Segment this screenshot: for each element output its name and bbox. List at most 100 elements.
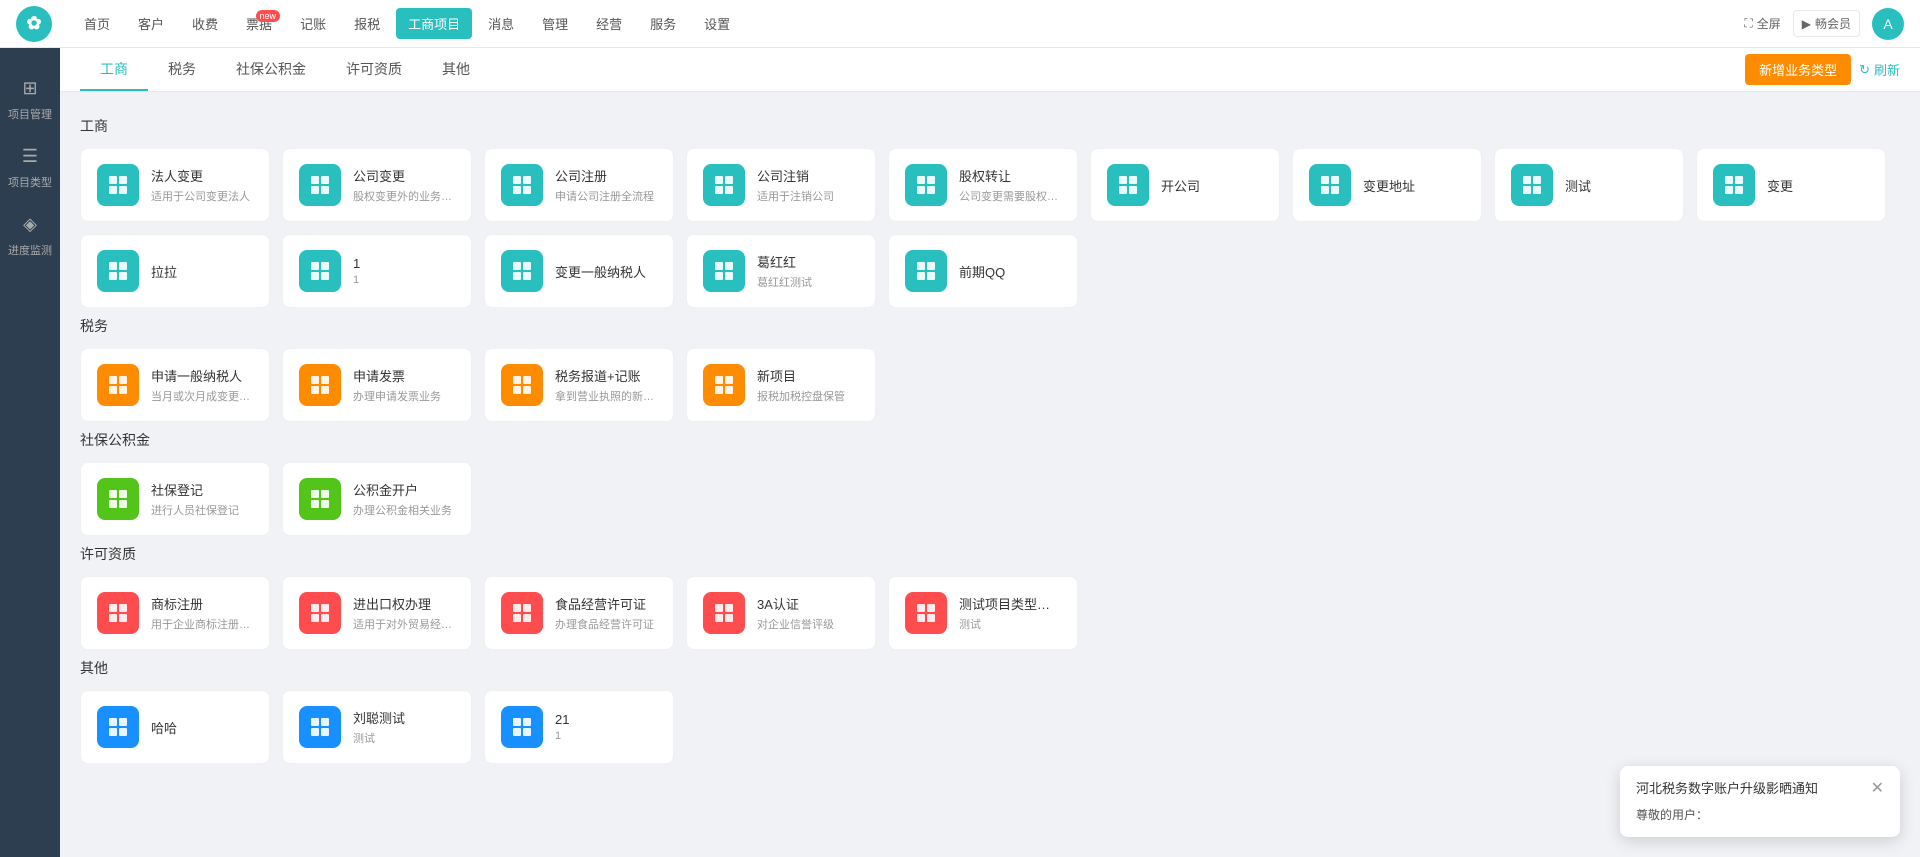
card-name-商标注册: 商标注册 <box>151 594 253 613</box>
card-icon-拉拉 <box>97 250 139 292</box>
nav-item-票据[interactable]: 票据new <box>234 8 284 39</box>
card-公司注册[interactable]: 公司注册 申请公司注册全流程 <box>484 148 674 222</box>
card-desc-刘聪测试: 测试 <box>353 730 455 746</box>
sidebar-icon-symbol: ☰ <box>22 146 38 167</box>
card-name-拉拉: 拉拉 <box>151 262 253 281</box>
card-name-申请一般纳税人: 申请一般纳税人 <box>151 366 253 385</box>
card-name-变更地址: 变更地址 <box>1363 176 1465 195</box>
card-desc-商标注册: 用于企业商标注册服务 <box>151 616 253 632</box>
card-申请发票[interactable]: 申请发票 办理申请发票业务 <box>282 348 472 422</box>
tab-税务[interactable]: 税务 <box>148 48 216 91</box>
card-前期QQ[interactable]: 前期QQ <box>888 234 1078 308</box>
card-text-进出口权办理: 进出口权办理 适用于对外贸易经营者 <box>353 594 455 632</box>
tab-工商[interactable]: 工商 <box>80 48 148 91</box>
new-type-button[interactable]: 新增业务类型 <box>1745 54 1851 85</box>
card-text-葛红红: 葛红红 葛红红测试 <box>757 252 859 290</box>
card-text-申请一般纳税人: 申请一般纳税人 当月或次月成变更完成 <box>151 366 253 404</box>
sidebar-item-项目类型[interactable]: ☰ 项目类型 <box>0 132 60 200</box>
member-label: 畅会员 <box>1815 15 1851 32</box>
card-name-刘聪测试: 刘聪测试 <box>353 708 455 727</box>
card-text-社保登记: 社保登记 进行人员社保登记 <box>151 480 253 518</box>
logo-icon: ✿ <box>26 13 41 34</box>
card-哈哈[interactable]: 哈哈 <box>80 690 270 764</box>
nav-item-消息[interactable]: 消息 <box>476 8 526 39</box>
avatar[interactable]: A <box>1872 8 1904 40</box>
card-进出口权办理[interactable]: 进出口权办理 适用于对外贸易经营者 <box>282 576 472 650</box>
section-other: 其他 哈哈 <box>80 658 1900 764</box>
card-text-股权转让: 股权转让 公司变更需要股权转让 <box>959 166 1061 204</box>
nav-item-报税[interactable]: 报税 <box>342 8 392 39</box>
card-icon-测试 <box>1511 164 1553 206</box>
tab-社保公积金[interactable]: 社保公积金 <box>216 48 326 91</box>
card-name-葛红红: 葛红红 <box>757 252 859 271</box>
card-icon-变更 <box>1713 164 1755 206</box>
card-name-食品经营许可证: 食品经营许可证 <box>555 594 657 613</box>
card-拉拉[interactable]: 拉拉 <box>80 234 270 308</box>
card-社保登记[interactable]: 社保登记 进行人员社保登记 <box>80 462 270 536</box>
fullscreen-button[interactable]: ⛶ 全屏 <box>1744 15 1780 32</box>
card-测试[interactable]: 测试 <box>1494 148 1684 222</box>
card-税务报道+记账[interactable]: 税务报道+记账 拿到营业执照的新公司 <box>484 348 674 422</box>
refresh-button[interactable]: ↻ 刷新 <box>1859 60 1900 79</box>
card-name-变更: 变更 <box>1767 176 1869 195</box>
card-text-刘聪测试: 刘聪测试 测试 <box>353 708 455 746</box>
tab-许可资质[interactable]: 许可资质 <box>326 48 422 91</box>
nav-item-客户[interactable]: 客户 <box>126 8 176 39</box>
card-开公司[interactable]: 开公司 <box>1090 148 1280 222</box>
logo[interactable]: ✿ <box>16 6 52 42</box>
card-新项目[interactable]: 新项目 报税加税控盘保管 <box>686 348 876 422</box>
card-text-申请发票: 申请发票 办理申请发票业务 <box>353 366 455 404</box>
sidebar-icon-项目管理: ⊞ <box>16 74 44 102</box>
card-商标注册[interactable]: 商标注册 用于企业商标注册服务 <box>80 576 270 650</box>
card-股权转让[interactable]: 股权转让 公司变更需要股权转让 <box>888 148 1078 222</box>
card-变更[interactable]: 变更 <box>1696 148 1886 222</box>
nav-item-工商项目[interactable]: 工商项目 <box>396 8 472 39</box>
card-测试项目类型目定义[interactable]: 测试项目类型目定义 测试 <box>888 576 1078 650</box>
card-icon-进出口权办理 <box>299 592 341 634</box>
nav-item-服务[interactable]: 服务 <box>638 8 688 39</box>
card-icon-变更地址 <box>1309 164 1351 206</box>
card-3A认证[interactable]: 3A认证 对企业信誉评级 <box>686 576 876 650</box>
card-食品经营许可证[interactable]: 食品经营许可证 办理食品经营许可证 <box>484 576 674 650</box>
fullscreen-label: 全屏 <box>1757 15 1781 32</box>
card-text-测试: 测试 <box>1565 176 1667 195</box>
tab-其他[interactable]: 其他 <box>422 48 490 91</box>
card-公积金开户[interactable]: 公积金开户 办理公积金相关业务 <box>282 462 472 536</box>
card-法人变更[interactable]: 法人变更 适用于公司变更法人 <box>80 148 270 222</box>
card-申请一般纳税人[interactable]: 申请一般纳税人 当月或次月成变更完成 <box>80 348 270 422</box>
nav-item-记账[interactable]: 记账 <box>288 8 338 39</box>
nav-item-设置[interactable]: 设置 <box>692 8 742 39</box>
card-葛红红[interactable]: 葛红红 葛红红测试 <box>686 234 876 308</box>
card-desc-股权转让: 公司变更需要股权转让 <box>959 188 1061 204</box>
card-desc-食品经营许可证: 办理食品经营许可证 <box>555 616 657 632</box>
card-变更一般纳税人[interactable]: 变更一般纳税人 <box>484 234 674 308</box>
card-icon-21 <box>501 706 543 748</box>
notification-close-button[interactable]: ✕ <box>1871 778 1884 798</box>
card-text-开公司: 开公司 <box>1161 176 1263 195</box>
card-icon-刘聪测试 <box>299 706 341 748</box>
card-name-开公司: 开公司 <box>1161 176 1263 195</box>
sidebar-item-进度监测[interactable]: ◈ 进度监测 <box>0 200 60 268</box>
card-icon-商标注册 <box>97 592 139 634</box>
card-text-公司注销: 公司注销 适用于注销公司 <box>757 166 859 204</box>
card-desc-公积金开户: 办理公积金相关业务 <box>353 502 455 518</box>
card-21[interactable]: 21 1 <box>484 690 674 764</box>
section-shuiwu: 税务 申请一般纳税人 当月或次月成变更完成 <box>80 316 1900 422</box>
nav-item-首页[interactable]: 首页 <box>72 8 122 39</box>
card-公司注销[interactable]: 公司注销 适用于注销公司 <box>686 148 876 222</box>
card-公司变更[interactable]: 公司变更 股权变更外的业务变更 <box>282 148 472 222</box>
card-刘聪测试[interactable]: 刘聪测试 测试 <box>282 690 472 764</box>
section-title-xuke: 许可资质 <box>80 544 1900 564</box>
card-变更地址[interactable]: 变更地址 <box>1292 148 1482 222</box>
nav-badge-票据: new <box>256 10 281 22</box>
nav-item-经营[interactable]: 经营 <box>584 8 634 39</box>
card-desc-税务报道+记账: 拿到营业执照的新公司 <box>555 388 657 404</box>
sidebar-item-项目管理[interactable]: ⊞ 项目管理 <box>0 64 60 132</box>
member-button[interactable]: ▶ 畅会员 <box>1793 10 1860 37</box>
card-name-前期QQ: 前期QQ <box>959 262 1061 281</box>
card-text-21: 21 1 <box>555 712 657 742</box>
nav-item-收费[interactable]: 收费 <box>180 8 230 39</box>
nav-item-管理[interactable]: 管理 <box>530 8 580 39</box>
card-icon-开公司 <box>1107 164 1149 206</box>
card-1[interactable]: 1 1 <box>282 234 472 308</box>
